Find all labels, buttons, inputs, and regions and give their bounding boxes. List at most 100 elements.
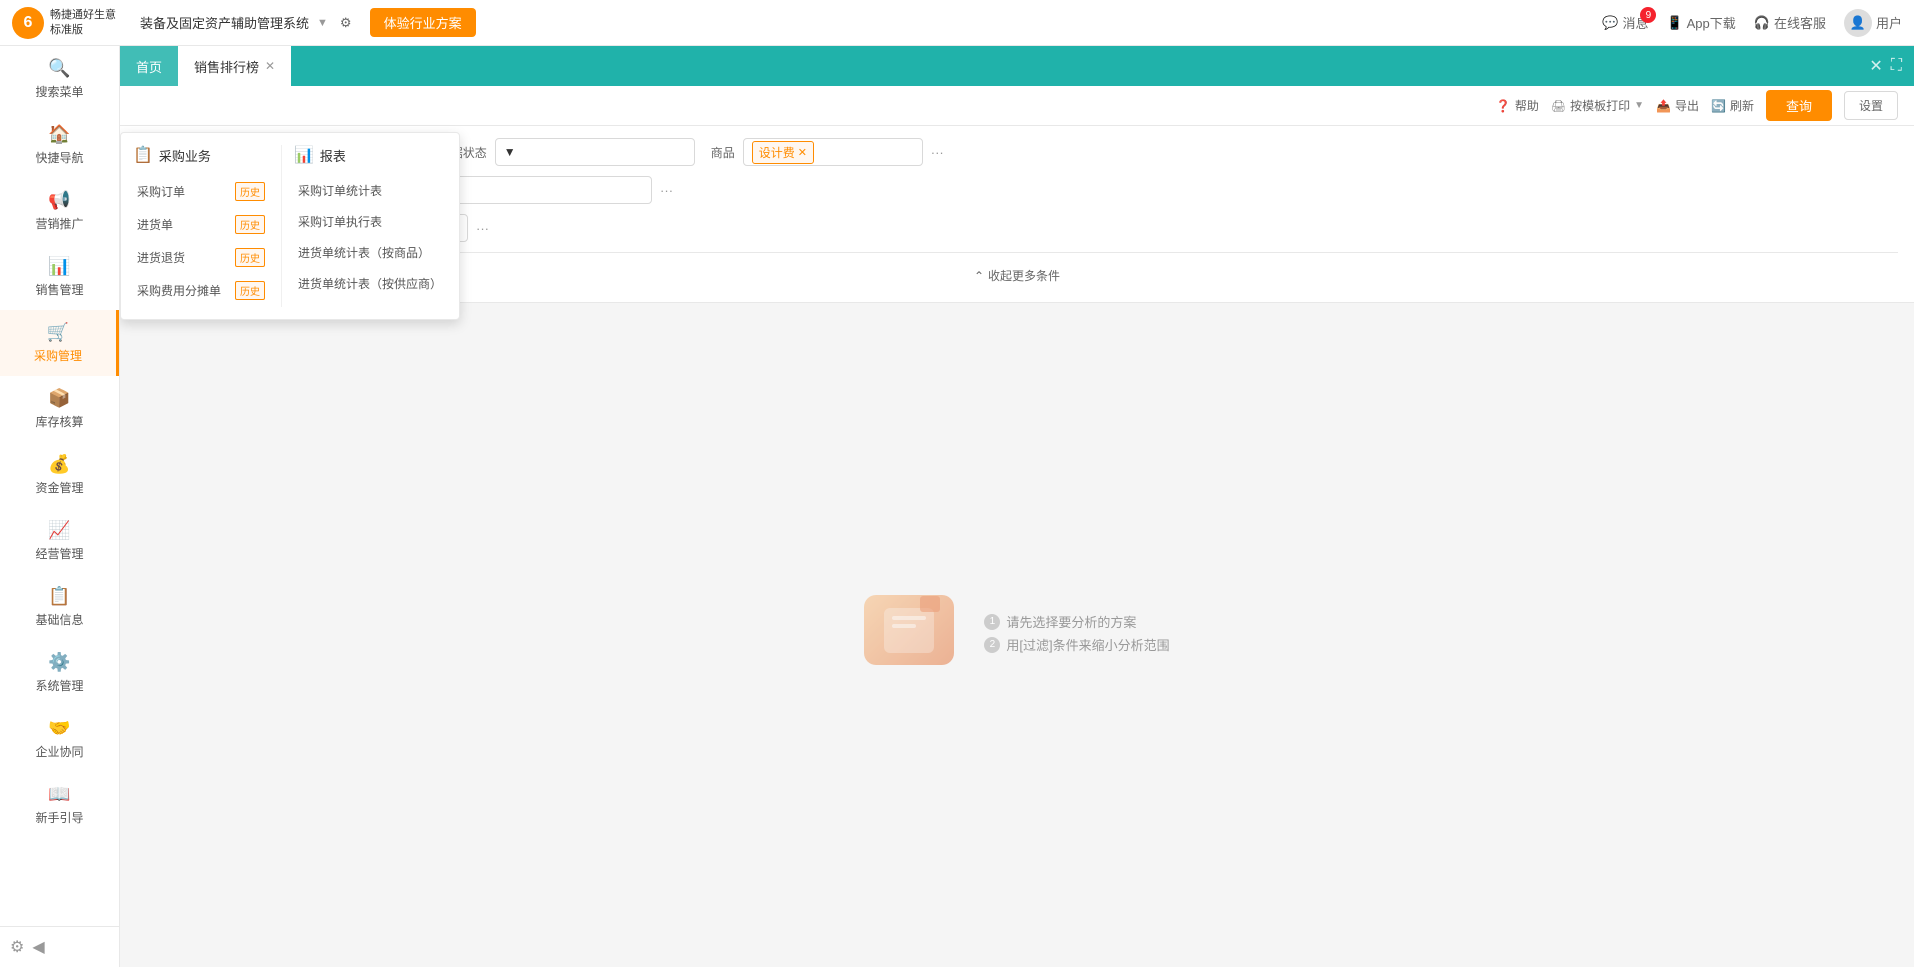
menu-item-incoming-by-supplier[interactable]: 进货单统计表（按供应商）: [294, 268, 444, 299]
menu-section1-header: 📋 采购业务: [133, 145, 269, 165]
app-download-button[interactable]: 📱 App下载: [1666, 13, 1735, 32]
salesperson-input[interactable]: [452, 176, 652, 204]
header-right: 💬 消息 9 📱 App下载 🎧 在线客服 👤 用户: [1602, 9, 1902, 37]
message-button[interactable]: 💬 消息 9: [1602, 13, 1648, 32]
sidebar: 🔍 搜索菜单 🏠 快捷导航 📢 营销推广 📊 销售管理 🛒 采购管理 📦 库存核…: [0, 46, 120, 967]
sidebar-item-finance[interactable]: 💰 资金管理: [0, 442, 119, 508]
tab-bar-actions: ✕ ⛶: [1857, 46, 1914, 86]
report-menu-icon: 📊: [294, 145, 314, 165]
sidebar-item-purchase[interactable]: 🛒 采购管理: [0, 310, 119, 376]
settings-button[interactable]: 设置: [1844, 91, 1898, 120]
sidebar-item-cooperation[interactable]: 🤝 企业协同: [0, 706, 119, 772]
goods-more-icon[interactable]: ···: [931, 145, 944, 160]
guide-icon: 📖: [48, 784, 70, 805]
empty-tips: 1 请先选择要分析的方案 2 用[过滤]条件来缩小分析范围: [984, 612, 1169, 658]
empty-tip-1: 1 请先选择要分析的方案: [984, 612, 1169, 631]
collapse-button[interactable]: ⌃ 收起更多条件: [968, 261, 1066, 290]
title-dropdown-icon[interactable]: ▼: [317, 17, 328, 29]
menu-item-incoming[interactable]: 进货单 历史: [133, 208, 269, 241]
empty-tip-2: 2 用[过滤]条件来缩小分析范围: [984, 635, 1169, 654]
empty-state: 1 请先选择要分析的方案 2 用[过滤]条件来缩小分析范围: [864, 595, 1169, 675]
refresh-button[interactable]: 🔄 刷新: [1711, 97, 1754, 114]
tab-close-icon[interactable]: ✕: [265, 59, 275, 73]
purchase-menu-icon: 📋: [133, 145, 153, 165]
collapse-sidebar-icon[interactable]: ◀: [32, 937, 44, 957]
logo-area: 6 畅捷通好生意 标准版: [12, 7, 132, 39]
sidebar-item-search[interactable]: 🔍 搜索菜单: [0, 46, 119, 112]
message-icon: 💬: [1602, 15, 1618, 31]
print-dropdown-icon[interactable]: ▼: [1634, 100, 1644, 111]
home-icon: 🏠: [48, 124, 70, 145]
sidebar-item-system[interactable]: ⚙️ 系统管理: [0, 640, 119, 706]
goods-input[interactable]: 设计费 ✕: [743, 138, 923, 166]
top-header: 6 畅捷通好生意 标准版 装备及固定资产辅助管理系统 ▼ ⚙ 体验行业方案 💬 …: [0, 0, 1914, 46]
gear-icon[interactable]: ⚙: [340, 15, 352, 31]
purchase-icon: 🛒: [47, 322, 69, 343]
tab-home[interactable]: 首页: [120, 46, 178, 86]
tab-bar: 首页 销售排行榜 ✕ ✕ ⛶: [120, 46, 1914, 86]
menu-item-incoming-return[interactable]: 进货退货 历史: [133, 241, 269, 274]
menu-body: 📋 采购业务 采购订单 历史 进货单 历史 进货退货 历史: [121, 145, 459, 307]
menu-item-purchase-order-exec[interactable]: 采购订单执行表: [294, 206, 444, 237]
settings-bottom-icon[interactable]: ⚙: [10, 937, 24, 957]
sidebar-item-basic[interactable]: 📋 基础信息: [0, 574, 119, 640]
page-toolbar: ❓ 帮助 🖨 按模板打印 ▼ 📤 导出 🔄 刷新 查询 设置: [120, 86, 1914, 126]
tab-maximize-icon[interactable]: ⛶: [1891, 57, 1902, 75]
system-title: 装备及固定资产辅助管理系统: [140, 13, 309, 32]
print-button[interactable]: 🖨 按模板打印 ▼: [1551, 97, 1644, 114]
user-button[interactable]: 👤 用户: [1844, 9, 1902, 37]
collapse-up-icon: ⌃: [974, 269, 984, 283]
sidebar-bottom: ⚙ ◀: [0, 926, 119, 967]
help-icon: ❓: [1496, 99, 1511, 113]
search-icon: 🔍: [48, 58, 70, 79]
sidebar-item-inventory[interactable]: 📦 库存核算: [0, 376, 119, 442]
cooperation-icon: 🤝: [48, 718, 70, 739]
headset-icon: 🎧: [1754, 15, 1770, 31]
goods-tag: 设计费 ✕: [752, 141, 814, 164]
main-layout: 🔍 搜索菜单 🏠 快捷导航 📢 营销推广 📊 销售管理 🛒 采购管理 📦 库存核…: [0, 46, 1914, 967]
goods-tag-close[interactable]: ✕: [798, 146, 807, 159]
content-area: 首页 销售排行榜 ✕ ✕ ⛶ ❓ 帮助 🖨 按模板打印 ▼ 📤: [120, 46, 1914, 967]
logo-icon: 6: [12, 7, 44, 39]
finance-icon: 💰: [48, 454, 70, 475]
refresh-icon: 🔄: [1711, 99, 1726, 113]
customer-more-icon[interactable]: ···: [476, 221, 489, 236]
message-badge: 9: [1640, 7, 1656, 23]
sidebar-item-sales[interactable]: 📊 销售管理: [0, 244, 119, 310]
menu-item-purchase-order[interactable]: 采购订单 历史: [133, 175, 269, 208]
sidebar-item-marketing[interactable]: 📢 营销推广: [0, 178, 119, 244]
status-input[interactable]: ▼: [495, 138, 695, 166]
history-badge-4: 历史: [235, 281, 265, 300]
marketing-icon: 📢: [48, 190, 70, 211]
print-icon: 🖨: [1551, 99, 1566, 113]
help-button[interactable]: ❓ 帮助: [1496, 97, 1539, 114]
menu-item-purchase-fee[interactable]: 采购费用分摊单 历史: [133, 274, 269, 307]
salesperson-more-icon[interactable]: ···: [660, 183, 673, 198]
sidebar-item-operations[interactable]: 📈 经营管理: [0, 508, 119, 574]
logo-text: 畅捷通好生意 标准版: [50, 8, 116, 37]
menu-section2-header: 📊 报表: [294, 145, 444, 165]
export-icon: 📤: [1656, 99, 1671, 113]
menu-item-incoming-by-goods[interactable]: 进货单统计表（按商品）: [294, 237, 444, 268]
empty-illustration: [864, 595, 964, 675]
operations-icon: 📈: [48, 520, 70, 541]
status-filter: 单据状态 ▼: [439, 138, 695, 166]
menu-item-purchase-order-stat[interactable]: 采购订单统计表: [294, 175, 444, 206]
export-button[interactable]: 📤 导出: [1656, 97, 1699, 114]
sales-icon: 📊: [48, 256, 70, 277]
history-badge-1: 历史: [235, 182, 265, 201]
tab-close-all-icon[interactable]: ✕: [1869, 56, 1882, 76]
phone-icon: 📱: [1666, 15, 1682, 31]
query-button[interactable]: 查询: [1766, 90, 1832, 121]
basic-icon: 📋: [48, 586, 70, 607]
sidebar-item-nav[interactable]: 🏠 快捷导航: [0, 112, 119, 178]
main-content: 1 请先选择要分析的方案 2 用[过滤]条件来缩小分析范围: [120, 303, 1914, 967]
avatar: 👤: [1844, 9, 1872, 37]
online-service-button[interactable]: 🎧 在线客服: [1754, 13, 1826, 32]
history-badge-2: 历史: [235, 215, 265, 234]
goods-filter: 商品 设计费 ✕ ···: [711, 138, 944, 166]
tab-sales-ranking[interactable]: 销售排行榜 ✕: [178, 46, 291, 86]
tip-num-2: 2: [984, 637, 1000, 653]
industry-button[interactable]: 体验行业方案: [370, 8, 476, 37]
sidebar-item-guide[interactable]: 📖 新手引导: [0, 772, 119, 838]
